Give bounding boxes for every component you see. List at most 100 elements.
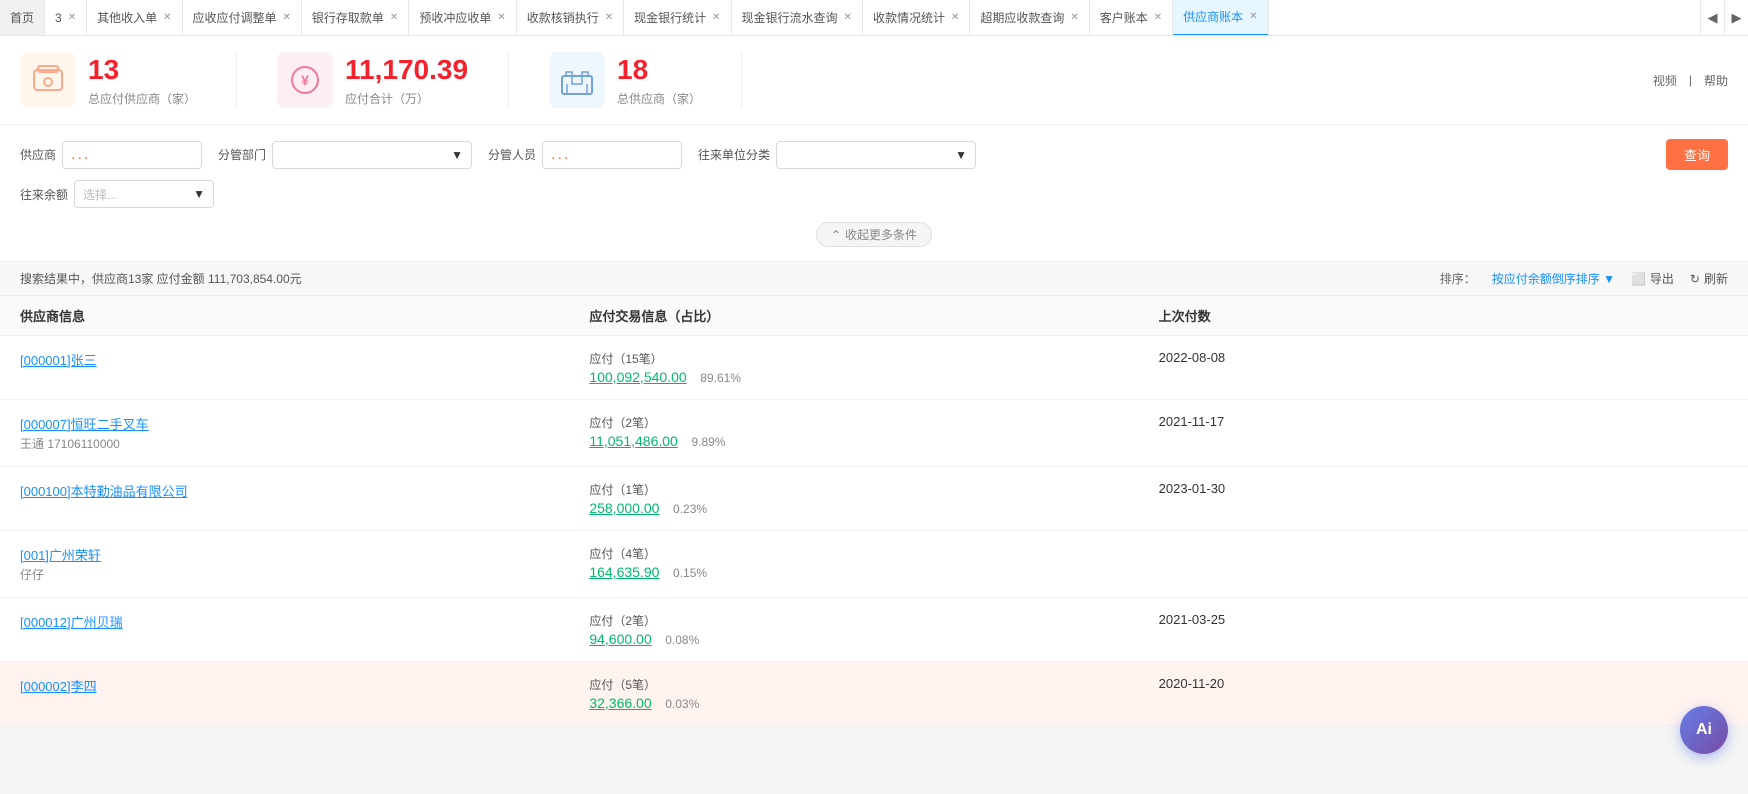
table-row: [001]广州荣轩 仔仔 应付（4笔） 164,635.90 0.15% — [0, 531, 1748, 598]
total-suppliers-label: 总供应商（家） — [617, 90, 701, 107]
result-bar: 搜索结果中，供应商13家 应付金额 111,703,854.00元 排序： 按应… — [0, 262, 1748, 296]
nav-prev-arrow[interactable]: ◀ — [1700, 0, 1724, 36]
supplier-dots: ... — [71, 146, 90, 164]
dept-select[interactable]: ▼ — [272, 141, 472, 169]
nav-tab-receipt-label: 收款核销执行 — [527, 9, 599, 26]
supplier-input[interactable]: ... — [62, 141, 202, 169]
payable-suppliers-number: 13 — [88, 53, 196, 87]
tx-amount-5[interactable]: 32,366.00 — [589, 695, 651, 711]
nav-tab-other-income-close[interactable]: ✕ — [163, 12, 171, 23]
nav-tab-supplier-close[interactable]: ✕ — [1249, 11, 1257, 22]
nav-tab-prepaid-ar[interactable]: 预收冲应收单 ✕ — [409, 0, 516, 36]
filter-row-2: 往来余额 选择... ▼ — [20, 180, 1728, 208]
transaction-cell-5: 应付（5笔） 32,366.00 0.03% — [589, 676, 1158, 711]
nav-tab-receipt-stat-close[interactable]: ✕ — [951, 12, 959, 23]
filter-dept: 分管部门 ▼ — [218, 141, 472, 169]
nav-tab-ar-ap-adjust[interactable]: 应收应付调整单 ✕ — [183, 0, 302, 36]
nav-tab-bank-label: 银行存取款单 — [312, 9, 384, 26]
nav-tab-cash-flow-label: 现金银行流水查询 — [742, 9, 838, 26]
transaction-cell-0: 应付（15笔） 100,092,540.00 89.61% — [589, 350, 1158, 385]
result-actions: 排序： 按应付余额倒序排序 ▼ ⬜ 导出 ↻ 刷新 — [1440, 270, 1728, 287]
total-suppliers-icon — [549, 52, 605, 108]
last-payment-1: 2021-11-17 — [1159, 414, 1728, 429]
refresh-label: 刷新 — [1704, 270, 1728, 287]
help-link[interactable]: 帮助 — [1704, 72, 1728, 89]
refresh-button[interactable]: ↻ 刷新 — [1690, 270, 1728, 287]
nav-tab-home-label: 首页 — [10, 9, 34, 26]
collapse-button[interactable]: ⌃ 收起更多条件 — [816, 222, 932, 247]
table-header-row: 供应商信息 应付交易信息（占比） 上次付数 — [0, 296, 1748, 336]
tx-amount-4[interactable]: 94,600.00 — [589, 631, 651, 647]
nav-tab-cash-flow[interactable]: 现金银行流水查询 ✕ — [732, 0, 863, 36]
svg-text:¥: ¥ — [301, 72, 309, 88]
person-input[interactable]: ... — [542, 141, 682, 169]
tx-label-2: 应付（1笔） — [589, 481, 1158, 498]
export-button[interactable]: ⬜ 导出 — [1631, 270, 1674, 287]
last-payment-4: 2021-03-25 — [1159, 612, 1728, 627]
stat-total-suppliers: 18 总供应商（家） — [549, 52, 742, 108]
supplier-name-5[interactable]: [000002]李四 — [20, 676, 589, 695]
supplier-cell-5: [000002]李四 — [20, 676, 589, 697]
nav-tab-overdue-close[interactable]: ✕ — [1070, 12, 1078, 23]
video-link[interactable]: 视频 — [1653, 72, 1677, 89]
supplier-name-3[interactable]: [001]广州荣轩 — [20, 545, 589, 564]
collapse-bar: ⌃ 收起更多条件 — [20, 218, 1728, 251]
stats-header: 13 总应付供应商（家） ¥ 11,170.39 应付合计（万） — [0, 36, 1748, 125]
tx-percent-1: 9.89% — [691, 435, 725, 449]
unit-class-select[interactable]: ▼ — [776, 141, 976, 169]
supplier-cell-4: [000012]广州贝瑞 — [20, 612, 589, 633]
supplier-name-0[interactable]: [000001]张三 — [20, 350, 589, 369]
filter-person: 分管人员 ... — [488, 141, 682, 169]
dept-caret-icon: ▼ — [451, 148, 463, 162]
supplier-name-1[interactable]: [000007]恒旺二手叉车 — [20, 414, 589, 433]
col-supplier-info: 供应商信息 — [20, 306, 589, 325]
total-suppliers-info: 18 总供应商（家） — [617, 53, 701, 108]
supplier-name-4[interactable]: [000012]广州贝瑞 — [20, 612, 589, 631]
nav-tab-other-income[interactable]: 其他收入单 ✕ — [87, 0, 182, 36]
stat-payable-total: ¥ 11,170.39 应付合计（万） — [277, 52, 509, 108]
nav-tab-3-close[interactable]: ✕ — [68, 12, 76, 23]
nav-tab-receipt-verify[interactable]: 收款核销执行 ✕ — [517, 0, 624, 36]
person-dots: ... — [551, 146, 570, 164]
tx-amount-2[interactable]: 258,000.00 — [589, 500, 659, 516]
separator: | — [1689, 73, 1692, 87]
nav-tab-receipt-close[interactable]: ✕ — [605, 12, 613, 23]
nav-tab-cash-flow-close[interactable]: ✕ — [844, 12, 852, 23]
nav-tab-customer-close[interactable]: ✕ — [1154, 12, 1162, 23]
nav-tab-overdue-ar[interactable]: 超期应收款查询 ✕ — [970, 0, 1089, 36]
nav-tab-bank-close[interactable]: ✕ — [390, 12, 398, 23]
balance-label: 往来余额 — [20, 186, 68, 203]
nav-tab-receipt-stat-label: 收款情况统计 — [873, 9, 945, 26]
nav-tab-cash-bank-close[interactable]: ✕ — [712, 12, 720, 23]
nav-tab-3[interactable]: 3 ✕ — [45, 0, 87, 36]
collapse-up-icon: ⌃ — [831, 228, 841, 242]
nav-tab-prepaid-close[interactable]: ✕ — [497, 12, 505, 23]
refresh-icon: ↻ — [1690, 272, 1700, 286]
tx-amount-1[interactable]: 11,051,486.00 — [589, 433, 678, 449]
transaction-cell-4: 应付（2笔） 94,600.00 0.08% — [589, 612, 1158, 647]
tx-label-0: 应付（15笔） — [589, 350, 1158, 367]
balance-select[interactable]: 选择... ▼ — [74, 180, 214, 208]
nav-tab-supplier-label: 供应商账本 — [1183, 8, 1243, 25]
nav-tab-cash-bank[interactable]: 现金银行统计 ✕ — [624, 0, 731, 36]
last-payment-0: 2022-08-08 — [1159, 350, 1728, 365]
nav-next-arrow[interactable]: ▶ — [1724, 0, 1748, 36]
nav-tab-bank-deposit[interactable]: 银行存取款单 ✕ — [302, 0, 409, 36]
tx-amount-0[interactable]: 100,092,540.00 — [589, 369, 686, 385]
nav-tab-receipt-stat[interactable]: 收款情况统计 ✕ — [863, 0, 970, 36]
tx-percent-5: 0.03% — [665, 697, 699, 711]
table-row: [000002]李四 应付（5笔） 32,366.00 0.03% 2020-1… — [0, 662, 1748, 726]
tx-amount-3[interactable]: 164,635.90 — [589, 564, 659, 580]
nav-tab-ar-ap-close[interactable]: ✕ — [283, 12, 291, 23]
nav-tab-home[interactable]: 首页 — [0, 0, 45, 36]
supplier-name-2[interactable]: [000100]本特勤油品有限公司 — [20, 481, 589, 500]
data-table: 供应商信息 应付交易信息（占比） 上次付数 [000001]张三 应付（15笔）… — [0, 296, 1748, 726]
dept-label: 分管部门 — [218, 146, 266, 163]
sort-value[interactable]: 按应付余额倒序排序 ▼ — [1492, 270, 1615, 287]
ai-assistant-button[interactable]: Ai — [1680, 706, 1728, 754]
nav-tab-customer-ledger[interactable]: 客户账本 ✕ — [1090, 0, 1173, 36]
query-button[interactable]: 查询 — [1666, 139, 1728, 170]
result-summary: 搜索结果中，供应商13家 应付金额 111,703,854.00元 — [20, 270, 1440, 287]
nav-tab-supplier-ledger[interactable]: 供应商账本 ✕ — [1173, 0, 1268, 36]
tx-label-5: 应付（5笔） — [589, 676, 1158, 693]
